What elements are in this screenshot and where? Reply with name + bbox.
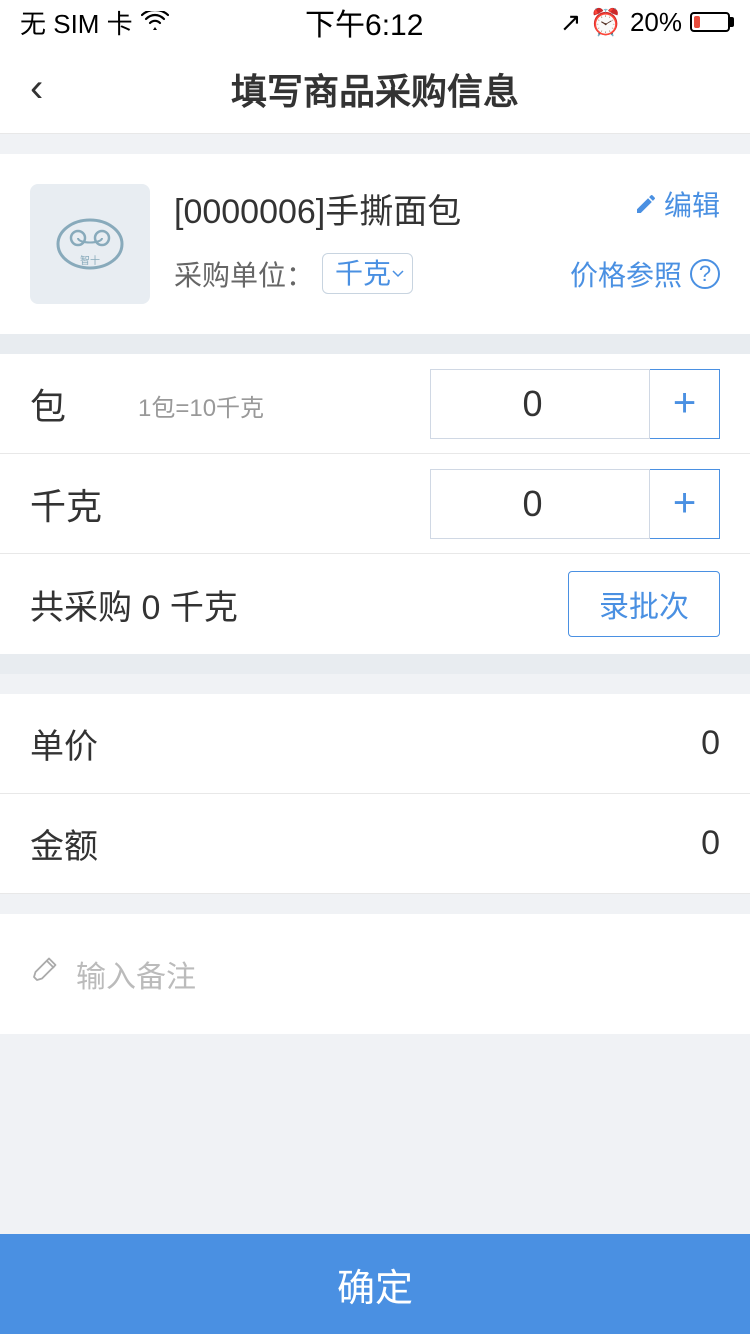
divider-1	[0, 334, 750, 354]
bag-quantity-input[interactable]	[430, 369, 650, 439]
summary-prefix: 共采购	[30, 589, 132, 627]
back-button[interactable]: ‹	[30, 66, 43, 111]
battery-indicator	[690, 12, 730, 32]
bag-sublabel: 1包=10千克	[138, 388, 264, 423]
price-ref-label: 价格参照	[570, 254, 682, 294]
product-card: 智十 [0000006]手撕面包 编辑 采购单位： 千克 包 价格参照 ?	[0, 154, 750, 334]
divider-2	[0, 654, 750, 674]
unit-price-label: 单价	[30, 719, 98, 768]
price-ref-button[interactable]: 价格参照 ?	[570, 254, 720, 294]
confirm-button[interactable]: 确定	[0, 1234, 750, 1334]
unit-price-row: 单价 0	[0, 694, 750, 794]
product-name: [0000006]手撕面包	[174, 184, 461, 233]
product-header: [0000006]手撕面包 编辑	[174, 184, 720, 233]
amount-row: 金额 0	[0, 794, 750, 894]
bag-plus-button[interactable]: +	[650, 369, 720, 439]
kg-label: 千克	[30, 478, 130, 530]
edit-label: 编辑	[664, 184, 720, 224]
page-title: 填写商品采购信息	[231, 63, 519, 115]
amount-label: 金额	[30, 819, 98, 868]
wifi-icon	[141, 7, 169, 38]
svg-text:智十: 智十	[80, 254, 100, 267]
batch-record-button[interactable]: 录批次	[568, 571, 720, 637]
location-icon: ↗	[560, 7, 582, 38]
edit-icon	[634, 192, 658, 216]
kg-plus-button[interactable]: +	[650, 469, 720, 539]
price-section: 单价 0 金额 0	[0, 694, 750, 894]
confirm-button-label: 确定	[337, 1257, 413, 1312]
status-bar-time: 下午6:12	[305, 0, 423, 44]
kg-quantity-input[interactable]	[430, 469, 650, 539]
status-bar-left: 无 SIM 卡	[20, 4, 169, 41]
bag-label: 包	[30, 378, 130, 430]
summary-text: 共采购 0 千克	[30, 580, 238, 629]
pencil-icon	[30, 955, 60, 993]
battery-percent: 20%	[630, 7, 682, 38]
summary-quantity: 0	[141, 589, 160, 627]
sim-status: 无 SIM 卡	[20, 4, 133, 41]
remark-placeholder: 输入备注	[76, 952, 196, 996]
product-info: [0000006]手撕面包 编辑 采购单位： 千克 包 价格参照 ?	[174, 184, 720, 294]
kg-input-row: 千克 +	[0, 454, 750, 554]
amount-value: 0	[701, 824, 720, 863]
kg-input-controls: +	[430, 469, 720, 539]
product-logo-svg: 智十	[50, 214, 130, 274]
unit-price-value: 0	[701, 724, 720, 763]
unit-select[interactable]: 千克 包	[322, 253, 413, 294]
help-icon[interactable]: ?	[690, 259, 720, 289]
alarm-icon: ⏰	[590, 7, 622, 38]
edit-button[interactable]: 编辑	[634, 184, 720, 224]
status-bar-right: ↗ ⏰ 20%	[560, 7, 730, 38]
product-unit-row: 采购单位： 千克 包 价格参照 ?	[174, 253, 720, 294]
product-image: 智十	[30, 184, 150, 304]
bag-input-row: 包 1包=10千克 +	[0, 354, 750, 454]
status-bar: 无 SIM 卡 下午6:12 ↗ ⏰ 20%	[0, 0, 750, 44]
summary-row: 共采购 0 千克 录批次	[0, 554, 750, 654]
input-section: 包 1包=10千克 + 千克 +	[0, 354, 750, 554]
remark-section[interactable]: 输入备注	[0, 914, 750, 1034]
unit-label: 采购单位：	[174, 254, 314, 294]
summary-unit: 千克	[170, 589, 238, 627]
bag-input-controls: +	[430, 369, 720, 439]
nav-bar: ‹ 填写商品采购信息	[0, 44, 750, 134]
